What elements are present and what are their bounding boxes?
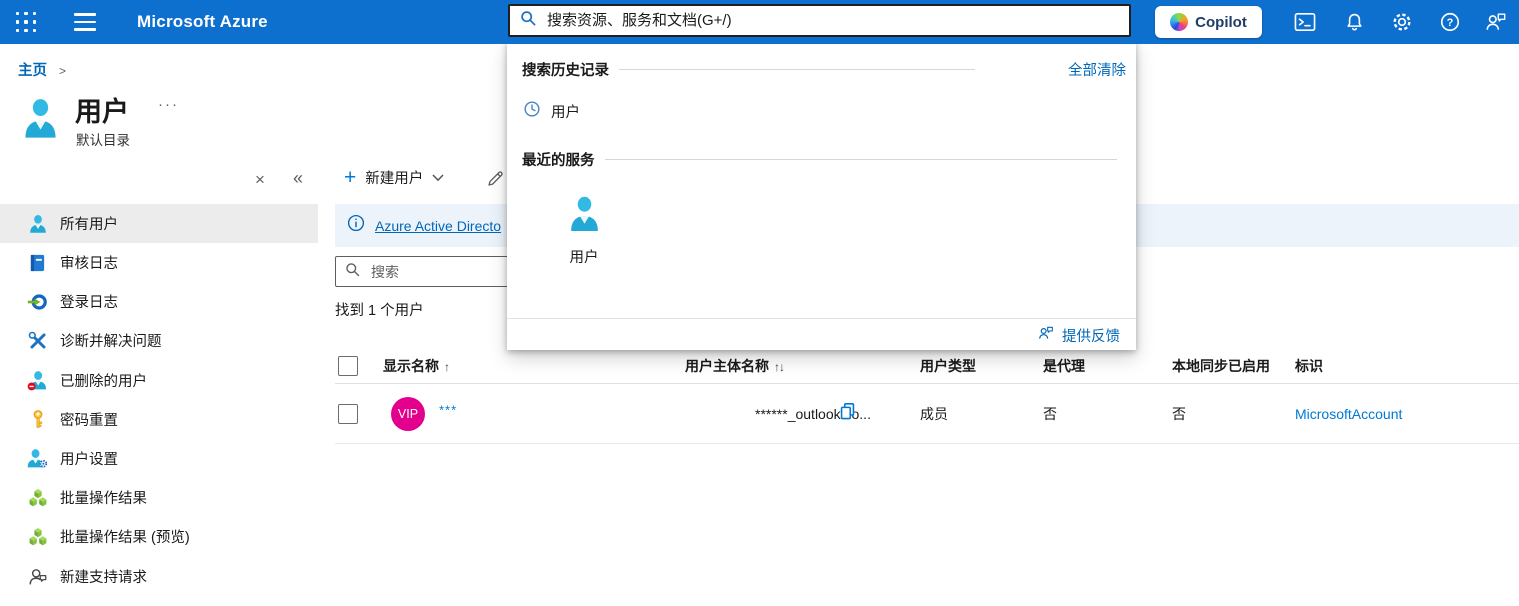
- search-history-title: 搜索历史记录: [522, 59, 609, 80]
- select-all-checkbox[interactable]: [338, 356, 358, 376]
- page-subtitle: 默认目录: [76, 129, 130, 149]
- global-search-input[interactable]: [545, 11, 1119, 30]
- col-user-type[interactable]: 用户类型: [920, 356, 976, 376]
- sidebar-item-user-settings[interactable]: 用户设置: [0, 439, 318, 478]
- page-more-button[interactable]: ···: [158, 96, 179, 113]
- copilot-label: Copilot: [1195, 14, 1247, 31]
- search-icon: [345, 262, 360, 282]
- dropdown-footer: 提供反馈: [507, 318, 1136, 351]
- clear-all-link[interactable]: 全部清除: [1068, 59, 1126, 80]
- new-user-label: 新建用户: [365, 167, 423, 188]
- identity-link[interactable]: MicrosoftAccount: [1295, 406, 1402, 422]
- cubes-icon: [27, 526, 48, 547]
- plus-icon: +: [344, 168, 356, 188]
- new-user-button[interactable]: + 新建用户: [344, 167, 444, 188]
- support-request-icon: [27, 566, 48, 587]
- sidebar-menu: 所有用户 审核日志 登录日志 诊断并解决问题 已删除的用户: [0, 204, 320, 604]
- provide-feedback-link[interactable]: 提供反馈: [1062, 325, 1120, 346]
- key-icon: [27, 409, 48, 430]
- product-title[interactable]: Microsoft Azure: [137, 12, 268, 32]
- chevron-down-icon: [432, 174, 444, 182]
- copy-icon[interactable]: [839, 402, 856, 425]
- sidebar-item-bulk-results-preview[interactable]: 批量操作结果 (预览): [0, 517, 318, 556]
- copilot-button[interactable]: Copilot: [1155, 6, 1262, 38]
- deleted-user-icon: [27, 370, 48, 391]
- table-row[interactable]: VIP *** ******_outlook.co... 成员 否 否 Micr…: [335, 384, 1519, 444]
- onprem-sync-value: 否: [1172, 404, 1186, 424]
- col-onprem-sync[interactable]: 本地同步已启用: [1172, 356, 1270, 376]
- sidebar-item-audit-logs[interactable]: 审核日志: [0, 243, 318, 282]
- svg-text:?: ?: [1447, 17, 1454, 29]
- notifications-bell-icon[interactable]: [1342, 10, 1366, 34]
- feedback-person-icon[interactable]: [1484, 10, 1508, 34]
- breadcrumb: 主页 >: [18, 59, 66, 80]
- row-checkbox[interactable]: [338, 404, 358, 424]
- avatar: VIP: [391, 397, 425, 431]
- top-bar: Microsoft Azure Copilot ?: [0, 0, 1519, 44]
- user-icon: [568, 195, 601, 237]
- help-icon[interactable]: ?: [1438, 10, 1462, 34]
- breadcrumb-home-link[interactable]: 主页: [18, 63, 47, 79]
- breadcrumb-chevron-icon: >: [59, 64, 66, 78]
- users-table: 显示名称↑ 用户主体名称↑↓ 用户类型 是代理 本地同步已启用 标识 VIP *…: [335, 348, 1519, 444]
- sidebar-item-deleted-users[interactable]: 已删除的用户: [0, 361, 318, 400]
- sidebar-item-password-reset[interactable]: 密码重置: [0, 400, 318, 439]
- cloud-shell-icon[interactable]: [1293, 10, 1317, 34]
- sidebar-item-signin-logs[interactable]: 登录日志: [0, 282, 318, 321]
- col-display-name[interactable]: 显示名称↑: [383, 356, 449, 376]
- recent-service-users-tile[interactable]: 用户: [553, 195, 615, 267]
- history-clock-icon: [523, 100, 541, 123]
- sidebar-item-new-support-request[interactable]: 新建支持请求: [0, 557, 318, 596]
- azure-portal-window: Microsoft Azure Copilot ? 主页 >: [0, 0, 1519, 606]
- divider: [605, 159, 1118, 160]
- user-display-name-link[interactable]: ***: [439, 402, 457, 417]
- page-title: 用户: [75, 90, 129, 129]
- copilot-logo-icon: [1170, 13, 1188, 31]
- col-upn[interactable]: 用户主体名称↑↓: [685, 356, 784, 376]
- user-icon: [27, 213, 48, 234]
- sort-both-icon: ↑↓: [774, 360, 784, 374]
- global-search-box[interactable]: [508, 4, 1131, 37]
- search-dropdown-panel: 搜索历史记录 全部清除 用户 最近的服务 用户 提供反馈: [507, 40, 1136, 350]
- user-type-value: 成员: [920, 404, 948, 424]
- is-delegate-value: 否: [1043, 404, 1057, 424]
- sidebar-item-all-users[interactable]: 所有用户: [0, 204, 318, 243]
- sidebar-item-bulk-results[interactable]: 批量操作结果: [0, 478, 318, 517]
- audit-log-icon: [27, 252, 48, 273]
- feedback-icon: [1037, 325, 1055, 346]
- info-icon: [347, 214, 365, 237]
- waffle-menu-icon[interactable]: [16, 12, 37, 33]
- sort-asc-icon: ↑: [444, 360, 449, 374]
- settings-gear-icon[interactable]: [1390, 10, 1414, 34]
- signin-log-icon: [27, 291, 48, 312]
- collapse-menu-icon[interactable]: «: [293, 168, 303, 189]
- search-icon: [520, 10, 536, 31]
- users-table-header: 显示名称↑ 用户主体名称↑↓ 用户类型 是代理 本地同步已启用 标识: [335, 348, 1519, 384]
- divider: [619, 69, 975, 70]
- edit-pencil-icon[interactable]: [486, 169, 505, 193]
- hamburger-menu-icon[interactable]: [74, 13, 96, 31]
- users-page-icon: [22, 97, 59, 144]
- recent-services-title: 最近的服务: [522, 149, 595, 170]
- diagnose-icon: [27, 330, 48, 351]
- search-history-item[interactable]: 用户: [523, 100, 580, 123]
- cubes-icon: [27, 487, 48, 508]
- col-is-delegate[interactable]: 是代理: [1043, 356, 1085, 376]
- user-settings-icon: [27, 448, 48, 469]
- banner-link[interactable]: Azure Active Directo: [375, 218, 501, 234]
- col-identity[interactable]: 标识: [1295, 356, 1323, 376]
- result-count: 找到 1 个用户: [335, 299, 424, 320]
- sidebar-item-diagnose[interactable]: 诊断并解决问题: [0, 321, 318, 360]
- close-blade-icon[interactable]: ×: [255, 170, 265, 190]
